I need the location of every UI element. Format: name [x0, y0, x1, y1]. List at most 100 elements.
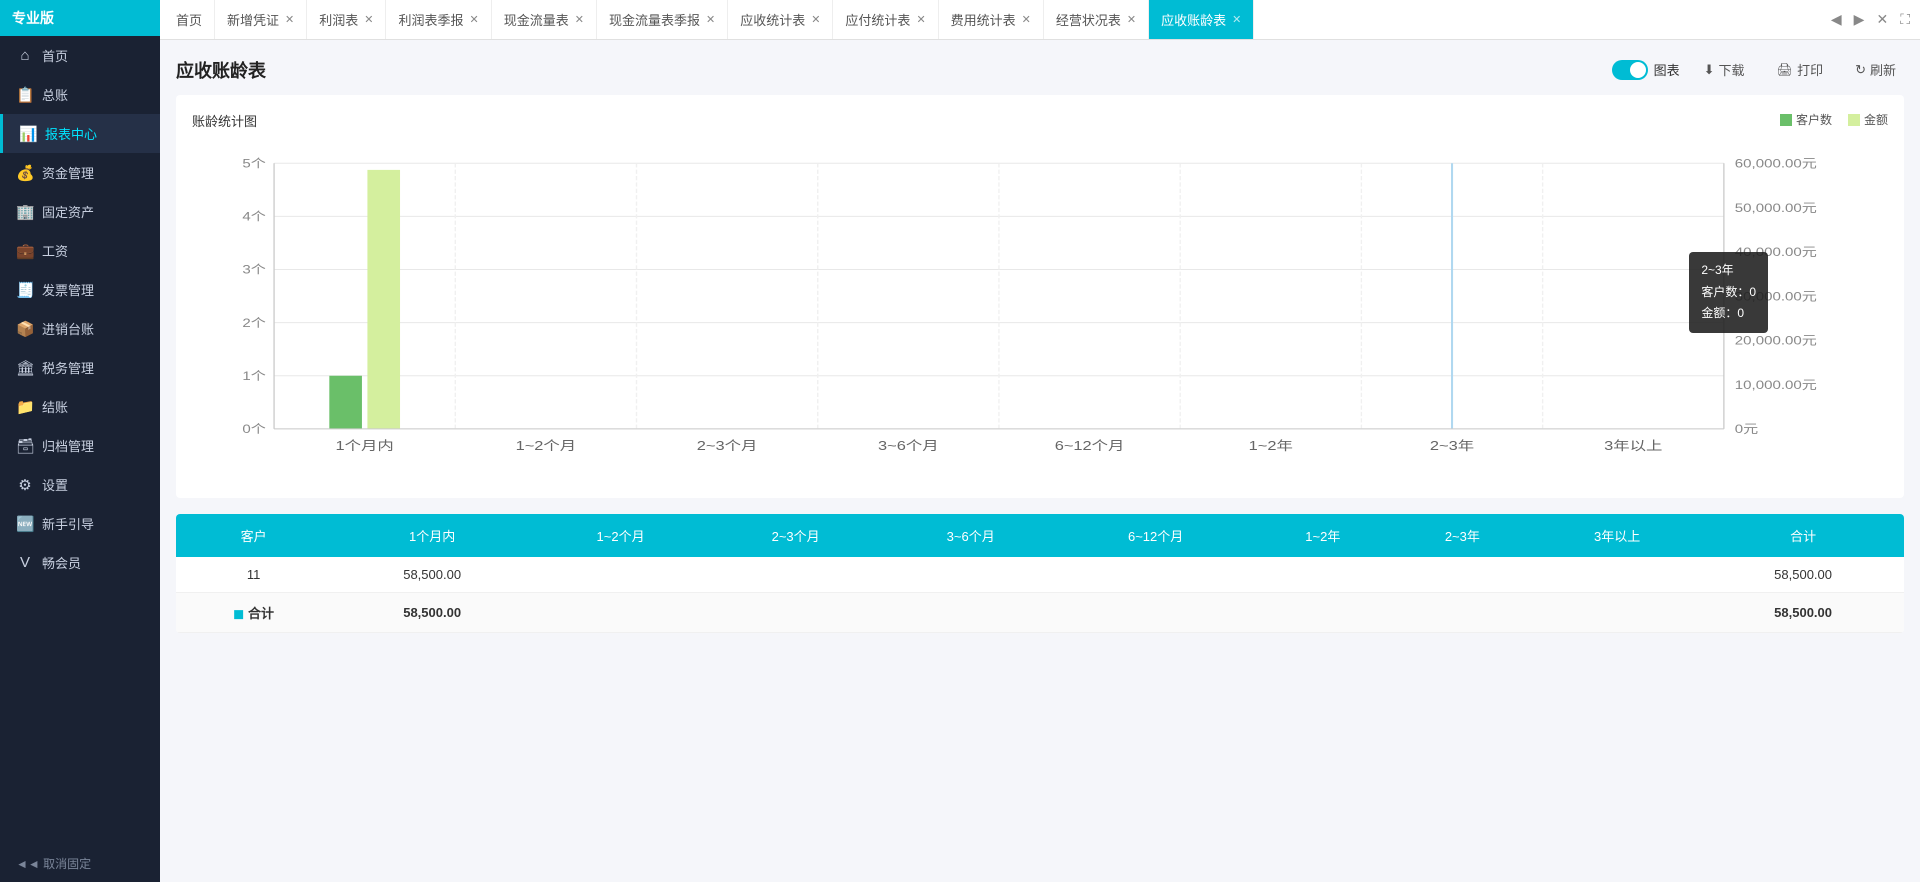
- summary-icon: ◼: [233, 606, 244, 621]
- tab-voucher[interactable]: 新增凭证✕: [215, 0, 307, 40]
- chart-legend: 客户数 金额: [1780, 111, 1888, 128]
- sidebar-item-asset[interactable]: 🏢固定资产: [0, 192, 160, 231]
- chart-svg: 0个1个2个3个4个5个0元10,000.00元20,000.00元30,000…: [192, 142, 1888, 482]
- sidebar-item-setting[interactable]: ⚙设置: [0, 465, 160, 504]
- sidebar-item-guide[interactable]: 🆕新手引导: [0, 504, 160, 543]
- svg-text:0个: 0个: [242, 423, 266, 436]
- legend-customers-dot: [1780, 114, 1792, 126]
- summary-label: 合计: [248, 606, 274, 621]
- tab-label-home: 首页: [176, 10, 202, 29]
- vip-icon: V: [16, 554, 34, 571]
- refresh-btn[interactable]: ↻ 刷新: [1847, 56, 1904, 83]
- sidebar-item-fund[interactable]: 💰资金管理: [0, 153, 160, 192]
- sidebar-label-report: 报表中心: [45, 124, 97, 143]
- th-1~2年: 1~2年: [1253, 514, 1393, 557]
- th-1个月内: 1个月内: [331, 514, 533, 557]
- archive-icon: 🗃: [16, 437, 34, 455]
- tab-close-expense[interactable]: ✕: [1022, 13, 1031, 26]
- tab-close-cashflow[interactable]: ✕: [575, 13, 584, 26]
- sidebar-item-report[interactable]: 📊报表中心: [0, 114, 160, 153]
- sidebar-item-salary[interactable]: 💼 工资: [0, 231, 160, 270]
- tab-prev-btn[interactable]: ◀: [1825, 0, 1848, 40]
- tab-close-profit[interactable]: ✕: [364, 13, 373, 26]
- tab-close-ar_stat[interactable]: ✕: [811, 13, 820, 26]
- chart-toggle[interactable]: [1612, 60, 1648, 80]
- sidebar-item-home[interactable]: ⌂首页: [0, 36, 160, 75]
- tab-close-voucher[interactable]: ✕: [285, 13, 294, 26]
- salary-icon: 💼: [16, 242, 34, 260]
- tab-label-profit: 利润表: [319, 10, 358, 29]
- tab-close-ar_age[interactable]: ✕: [1232, 13, 1241, 26]
- sidebar-item-vip[interactable]: V畅会员: [0, 543, 160, 582]
- data-table: 客户1个月内1~2个月2~3个月3~6个月6~12个月1~2年2~3年3年以上合…: [176, 514, 1904, 633]
- tab-home[interactable]: 首页: [164, 0, 215, 40]
- tab-cashflow[interactable]: 现金流量表✕: [492, 0, 597, 40]
- th-1~2个月: 1~2个月: [533, 514, 708, 557]
- sidebar-label-invoice: 发票管理: [42, 280, 94, 299]
- invoice-icon: 🧾: [16, 281, 34, 299]
- th-2~3年: 2~3年: [1393, 514, 1533, 557]
- svg-text:3年以上: 3年以上: [1604, 439, 1662, 454]
- chart-title: 账龄统计图: [192, 111, 1888, 130]
- sidebar-collapse-btn[interactable]: ◄◄ 取消固定: [0, 845, 160, 882]
- sidebar-item-archive[interactable]: 🗃 归档管理: [0, 426, 160, 465]
- tab-close-cashflow_q[interactable]: ✕: [706, 13, 715, 26]
- chart-area: 0个1个2个3个4个5个0元10,000.00元20,000.00元30,000…: [192, 142, 1888, 482]
- tab-label-biz: 经营状况表: [1056, 10, 1121, 29]
- tab-expense[interactable]: 费用统计表✕: [939, 0, 1044, 40]
- sidebar: 专业版 ⌂首页📋总账📊报表中心💰资金管理🏢固定资产💼工资🧾发票管理📦进销台账🏛税…: [0, 0, 160, 882]
- svg-text:2~3个月: 2~3个月: [697, 439, 758, 454]
- legend-amount-dot: [1848, 114, 1860, 126]
- sidebar-label-archive: 归档管理: [42, 436, 94, 455]
- sidebar-item-settle[interactable]: 📁结账: [0, 387, 160, 426]
- print-btn[interactable]: 🖨 打印: [1769, 56, 1832, 83]
- svg-text:50,000.00元: 50,000.00元: [1735, 201, 1817, 214]
- svg-text:3~6个月: 3~6个月: [878, 439, 939, 454]
- svg-text:3个: 3个: [242, 263, 266, 276]
- chart-toggle-label: 图表: [1654, 60, 1680, 79]
- legend-amount: 金额: [1848, 111, 1888, 128]
- page-header: 应收账龄表 图表 ⬇ 下载 🖨 打印 ↻ 刷新: [176, 56, 1904, 83]
- tab-label-ar_stat: 应收统计表: [740, 10, 805, 29]
- tab-cashflow_q[interactable]: 现金流量表季报✕: [597, 0, 728, 40]
- content-area: 应收账龄表 图表 ⬇ 下载 🖨 打印 ↻ 刷新: [160, 40, 1920, 882]
- svg-text:2~3年: 2~3年: [1430, 439, 1475, 454]
- tab-bar: 首页新增凭证✕利润表✕利润表季报✕现金流量表✕现金流量表季报✕应收统计表✕应付统…: [160, 0, 1920, 40]
- tab-next-btn[interactable]: ▶: [1848, 0, 1871, 40]
- tab-ap_stat[interactable]: 应付统计表 ✕: [833, 0, 938, 40]
- svg-text:1~2年: 1~2年: [1249, 439, 1294, 454]
- tab-profit_q[interactable]: 利润表季报 ✕: [386, 0, 491, 40]
- tab-label-ap_stat: 应付统计表: [845, 10, 910, 29]
- sidebar-label-fund: 资金管理: [42, 163, 94, 182]
- sidebar-label-settle: 结账: [42, 397, 68, 416]
- tab-ar_age[interactable]: 应收账龄表✕: [1149, 0, 1254, 40]
- tab-label-profit_q: 利润表季报: [398, 10, 463, 29]
- th-6~12个月: 6~12个月: [1058, 514, 1253, 557]
- tab-ar_stat[interactable]: 应收统计表 ✕: [728, 0, 833, 40]
- page-title: 应收账龄表: [176, 57, 266, 83]
- svg-text:0元: 0元: [1735, 423, 1758, 436]
- th-2~3个月: 2~3个月: [708, 514, 883, 557]
- download-btn[interactable]: ⬇ 下载: [1696, 56, 1753, 83]
- sidebar-label-salary: 工资: [42, 241, 68, 260]
- sidebar-item-invoice[interactable]: 🧾 发票管理: [0, 270, 160, 309]
- tab-biz[interactable]: 经营状况表 ✕: [1044, 0, 1149, 40]
- sidebar-item-ledger[interactable]: 📋总账: [0, 75, 160, 114]
- svg-text:1个: 1个: [242, 370, 266, 383]
- tab-close-biz[interactable]: ✕: [1127, 13, 1136, 26]
- sidebar-item-tax[interactable]: 🏛税务管理: [0, 348, 160, 387]
- tab-close-profit_q[interactable]: ✕: [470, 13, 479, 26]
- tab-close-ap_stat[interactable]: ✕: [916, 13, 925, 26]
- tab-profit[interactable]: 利润表 ✕: [307, 0, 386, 40]
- tab-close-all-btn[interactable]: ✕: [1870, 0, 1894, 40]
- svg-text:1个月内: 1个月内: [336, 439, 394, 454]
- ledger-icon: 📋: [16, 86, 34, 104]
- table-header: 客户1个月内1~2个月2~3个月3~6个月6~12个月1~2年2~3年3年以上合…: [176, 514, 1904, 557]
- tab-expand-btn[interactable]: ⛶: [1894, 0, 1916, 40]
- sidebar-item-stock[interactable]: 📦进销台账: [0, 309, 160, 348]
- home-icon: ⌂: [16, 47, 34, 64]
- svg-text:20,000.00元: 20,000.00元: [1735, 334, 1817, 347]
- svg-text:60,000.00元: 60,000.00元: [1735, 157, 1817, 170]
- tax-icon: 🏛: [16, 359, 34, 377]
- legend-customers: 客户数: [1780, 111, 1832, 128]
